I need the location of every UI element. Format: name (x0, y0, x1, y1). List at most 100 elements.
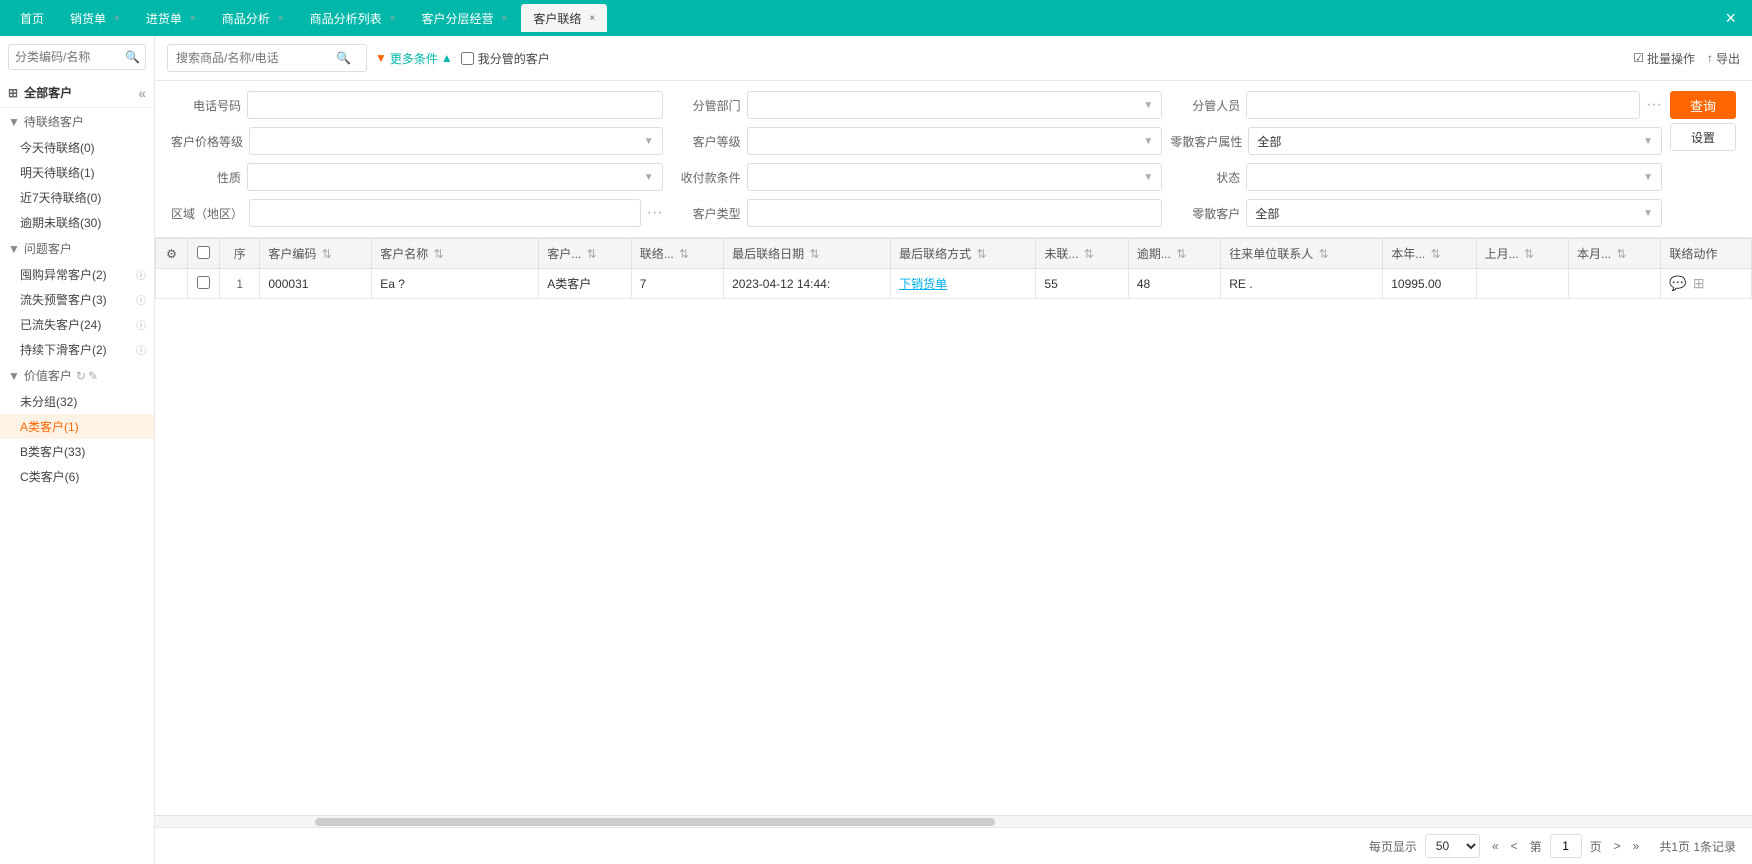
filter-search-icon[interactable]: 🔍 (336, 51, 351, 65)
table-name-col[interactable]: 客户名称 ⇅ (372, 239, 539, 269)
prev-page-btn[interactable]: < (1507, 837, 1522, 855)
close-sales-tab[interactable]: × (114, 13, 120, 24)
last-date-sort-icon: ⇅ (809, 247, 819, 261)
batch-op-link[interactable]: ☑ 批量操作 (1633, 50, 1695, 67)
nav-tab-home[interactable]: 首页 (8, 4, 56, 32)
status-arrow: ▼ (1643, 172, 1653, 183)
cust-level-select[interactable]: ▼ (747, 127, 1163, 155)
first-page-btn[interactable]: « (1488, 837, 1503, 855)
sidebar-group-problem[interactable]: ▼ 问题客户 (0, 235, 154, 262)
table-level-col[interactable]: 客户... ⇅ (539, 239, 631, 269)
sidebar-all-customers-header[interactable]: ⊞ 全部客户 « (0, 78, 154, 108)
retail-attr-select[interactable]: 全部 ▼ (1248, 127, 1662, 155)
retail-attr-label: 零散客户属性 (1170, 133, 1242, 150)
table-contact-col[interactable]: 联络... ⇅ (631, 239, 723, 269)
nav-tab-sales[interactable]: 销货单 × (58, 4, 132, 32)
settings-button[interactable]: 设置 (1670, 123, 1736, 151)
close-analysis-list-tab[interactable]: × (390, 13, 396, 24)
close-customer-contact-tab[interactable]: × (589, 13, 595, 24)
sidebar-item-week-pending[interactable]: 近7天待联络(0) (0, 185, 154, 210)
person-input[interactable] (1246, 91, 1640, 119)
row-actions: 💬 ⊞ (1661, 269, 1752, 299)
sidebar-group-pending[interactable]: ▼ 待联络客户 (0, 108, 154, 135)
table-container: ⚙ 序 客户编码 ⇅ 客户名称 ⇅ (155, 238, 1752, 815)
refresh-icon[interactable]: ↻ (76, 369, 86, 383)
sidebar-item-tomorrow-pending[interactable]: 明天待联络(1) (0, 160, 154, 185)
table-code-col[interactable]: 客户编码 ⇅ (260, 239, 372, 269)
nav-tab-analysis-list[interactable]: 商品分析列表 × (298, 4, 408, 32)
right-actions: ☑ 批量操作 ↑ 导出 (1633, 50, 1740, 67)
region-dots[interactable]: ··· (647, 204, 663, 222)
level-sort-icon: ⇅ (587, 247, 597, 261)
table-last-method-col[interactable]: 最后联络方式 ⇅ (891, 239, 1036, 269)
region-input[interactable] (249, 199, 641, 227)
query-button[interactable]: 查询 (1670, 91, 1736, 119)
table-contact-person-col[interactable]: 往来单位联系人 ⇅ (1221, 239, 1383, 269)
table-last-month-col[interactable]: 上月... ⇅ (1476, 239, 1568, 269)
sidebar-group-value[interactable]: ▼ 价值客户 ↻ ✎ (0, 362, 154, 389)
table-uncontacted-col[interactable]: 未联... ⇅ (1036, 239, 1128, 269)
price-level-select[interactable]: ▼ (249, 127, 663, 155)
nav-tab-purchase[interactable]: 进货单 × (134, 4, 208, 32)
nav-tab-customer-tier[interactable]: 客户分层经营 × (409, 4, 519, 32)
table-gear-col[interactable]: ⚙ (156, 239, 188, 269)
nature-select[interactable]: ▼ (247, 163, 663, 191)
chat-icon[interactable]: 💬 (1669, 275, 1686, 292)
last-method-link[interactable]: 下销货单 (899, 277, 947, 291)
close-customer-tier-tab[interactable]: × (501, 13, 507, 24)
page-size-label: 每页显示 (1369, 838, 1417, 855)
sidebar-item-declining[interactable]: 持续下滑客户(2) ⓘ (0, 337, 154, 362)
close-purchase-tab[interactable]: × (190, 13, 196, 24)
filter-search-input[interactable] (176, 51, 336, 65)
sidebar-item-churned[interactable]: 已流失客户(24) ⓘ (0, 312, 154, 337)
sidebar-item-today-pending[interactable]: 今天待联络(0) (0, 135, 154, 160)
filter-row-3: 性质 ▼ 收付款条件 ▼ (171, 163, 1662, 191)
export-link[interactable]: ↑ 导出 (1707, 50, 1740, 67)
qr-icon[interactable]: ⊞ (1693, 275, 1705, 292)
page-number-input[interactable] (1550, 834, 1582, 858)
payment-select[interactable]: ▼ (747, 163, 1163, 191)
sidebar-item-b-class[interactable]: B类客户(33) (0, 439, 154, 464)
sidebar-collapse-btn[interactable]: « (138, 85, 146, 101)
edit-icon[interactable]: ✎ (88, 369, 98, 383)
sidebar-search-icon[interactable]: 🔍 (125, 50, 140, 64)
this-month-sort-icon: ⇅ (1616, 247, 1626, 261)
select-all-checkbox[interactable] (197, 246, 210, 259)
dept-select[interactable]: ▼ (747, 91, 1163, 119)
overdue-sort-icon: ⇅ (1176, 247, 1186, 261)
table-last-date-col[interactable]: 最后联络日期 ⇅ (724, 239, 891, 269)
sidebar-item-churn-warning[interactable]: 流失预警客户(3) ⓘ (0, 287, 154, 312)
sidebar-item-ungrouped[interactable]: 未分组(32) (0, 389, 154, 414)
my-customers-checkbox[interactable]: 我分管的客户 (461, 50, 550, 67)
sidebar-item-c-class[interactable]: C类客户(6) (0, 464, 154, 489)
sidebar-item-overdue-pending[interactable]: 逾期未联络(30) (0, 210, 154, 235)
table-this-year-col[interactable]: 本年... ⇅ (1383, 239, 1476, 269)
page-size-select[interactable]: 20 50 100 (1425, 834, 1480, 858)
nav-tab-analysis[interactable]: 商品分析 × (210, 4, 296, 32)
table-overdue-col[interactable]: 逾期... ⇅ (1128, 239, 1220, 269)
phone-input[interactable] (247, 91, 663, 119)
retail-cust-select[interactable]: 全部 ▼ (1246, 199, 1662, 227)
close-analysis-tab[interactable]: × (278, 13, 284, 24)
person-dots[interactable]: ··· (1646, 96, 1662, 114)
filter-person: 分管人员 ··· (1170, 91, 1662, 119)
sidebar-item-a-class[interactable]: A类客户(1) (0, 414, 154, 439)
nav-tab-customer-contact[interactable]: 客户联络 × (521, 4, 607, 32)
next-page-btn[interactable]: > (1610, 837, 1625, 855)
my-customers-checkbox-input[interactable] (461, 52, 474, 65)
row-select-checkbox[interactable] (197, 276, 210, 289)
row-code: 000031 (260, 269, 372, 299)
sidebar-item-hoarding[interactable]: 囤购异常客户(2) ⓘ (0, 262, 154, 287)
cust-type-input[interactable] (747, 199, 1163, 227)
filter-more-conditions[interactable]: ▼ 更多条件 ▲ (375, 50, 453, 67)
table-this-month-col[interactable]: 本月... ⇅ (1568, 239, 1660, 269)
pagination: 每页显示 20 50 100 « < 第 页 > » 共1页 1条记录 (155, 827, 1752, 864)
table-scrollbar[interactable] (155, 815, 1752, 827)
last-page-btn[interactable]: » (1629, 837, 1644, 855)
close-all-tabs[interactable]: × (1717, 8, 1744, 29)
status-select[interactable]: ▼ (1246, 163, 1662, 191)
row-last-date: 2023-04-12 14:44: (724, 269, 891, 299)
filter-nature: 性质 ▼ (171, 163, 663, 191)
scrollbar-thumb[interactable] (315, 818, 995, 826)
filter-cust-level: 客户等级 ▼ (671, 127, 1163, 155)
